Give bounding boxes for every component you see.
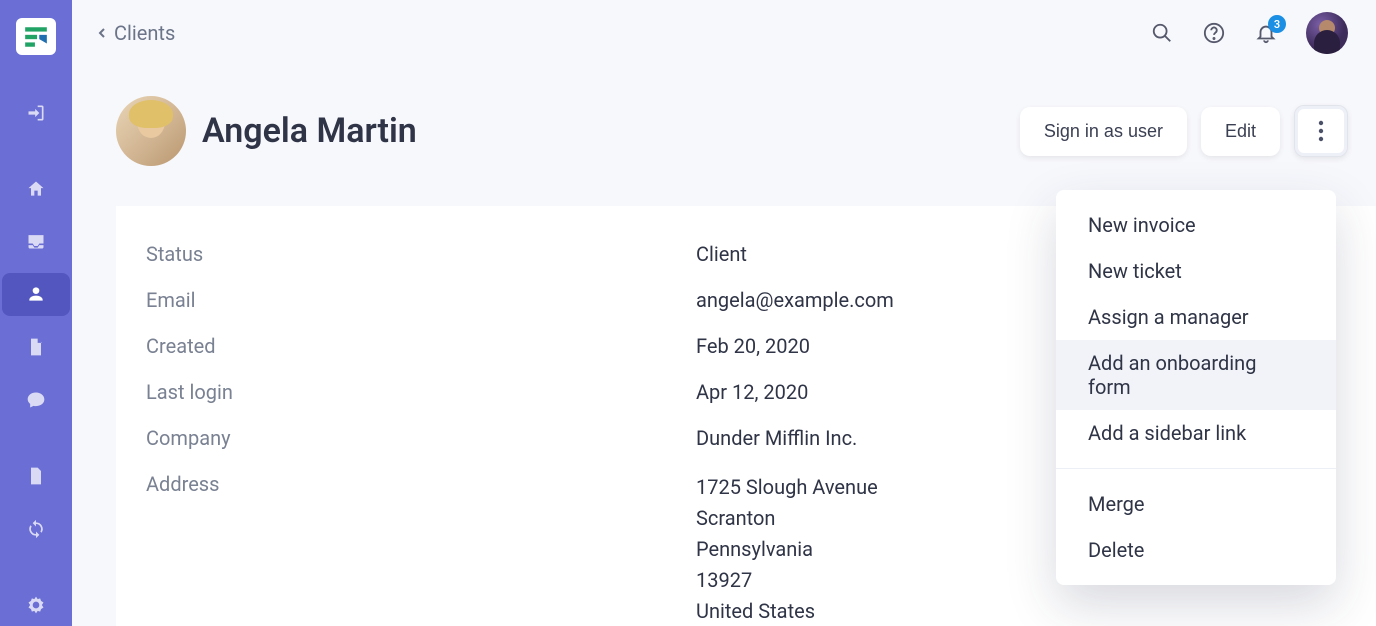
menu-add-sidebar-link[interactable]: Add a sidebar link	[1056, 410, 1336, 456]
address-value: 1725 Slough Avenue Scranton Pennsylvania…	[696, 472, 878, 626]
more-actions-button[interactable]	[1294, 105, 1348, 157]
notification-badge: 3	[1268, 15, 1286, 33]
menu-delete[interactable]: Delete	[1056, 527, 1336, 573]
nav-enter-icon[interactable]	[2, 91, 70, 134]
help-icon[interactable]	[1202, 21, 1226, 45]
menu-new-ticket[interactable]: New ticket	[1056, 248, 1336, 294]
page-header: Angela Martin Sign in as user Edit	[72, 66, 1376, 206]
email-value: angela@example.com	[696, 288, 894, 312]
nav-sync-icon[interactable]	[2, 507, 70, 550]
created-value: Feb 20, 2020	[696, 334, 810, 358]
company-label: Company	[116, 426, 696, 450]
nav-chat-icon[interactable]	[2, 379, 70, 422]
breadcrumb-back[interactable]: Clients	[96, 21, 175, 45]
edit-button[interactable]: Edit	[1201, 107, 1280, 156]
address-label: Address	[116, 472, 696, 626]
signin-as-user-button[interactable]: Sign in as user	[1020, 107, 1187, 156]
status-value: Client	[696, 242, 747, 266]
company-value: Dunder Mifflin Inc.	[696, 426, 857, 450]
topbar: Clients 3	[72, 0, 1376, 66]
sidebar	[0, 0, 72, 626]
app-logo[interactable]	[16, 18, 56, 55]
status-label: Status	[116, 242, 696, 266]
client-avatar	[116, 96, 186, 166]
search-icon[interactable]	[1150, 21, 1174, 45]
nav-file-icon[interactable]	[2, 454, 70, 497]
breadcrumb-label: Clients	[114, 21, 175, 45]
nav-inbox-icon[interactable]	[2, 220, 70, 263]
menu-add-onboarding-form[interactable]: Add an onboarding form	[1056, 340, 1336, 410]
email-label: Email	[116, 288, 696, 312]
more-actions-menu: New invoice New ticket Assign a manager …	[1056, 190, 1336, 585]
address-line: United States	[696, 596, 878, 626]
lastlogin-value: Apr 12, 2020	[696, 380, 808, 404]
menu-merge[interactable]: Merge	[1056, 481, 1336, 527]
nav-clients-icon[interactable]	[2, 273, 70, 316]
menu-divider	[1056, 468, 1336, 469]
menu-new-invoice[interactable]: New invoice	[1056, 202, 1336, 248]
notifications-icon[interactable]: 3	[1254, 21, 1278, 45]
address-line: Scranton	[696, 503, 878, 534]
lastlogin-label: Last login	[116, 380, 696, 404]
nav-home-icon[interactable]	[2, 167, 70, 210]
menu-assign-manager[interactable]: Assign a manager	[1056, 294, 1336, 340]
user-avatar[interactable]	[1306, 12, 1348, 54]
nav-settings-icon[interactable]	[2, 583, 70, 626]
address-line: 1725 Slough Avenue	[696, 472, 878, 503]
client-name: Angela Martin	[202, 111, 417, 151]
nav-document-icon[interactable]	[2, 326, 70, 369]
address-line: Pennsylvania	[696, 534, 878, 565]
created-label: Created	[116, 334, 696, 358]
address-line: 13927	[696, 565, 878, 596]
main-area: Clients 3 Angela Martin Sign in as user …	[72, 0, 1376, 626]
